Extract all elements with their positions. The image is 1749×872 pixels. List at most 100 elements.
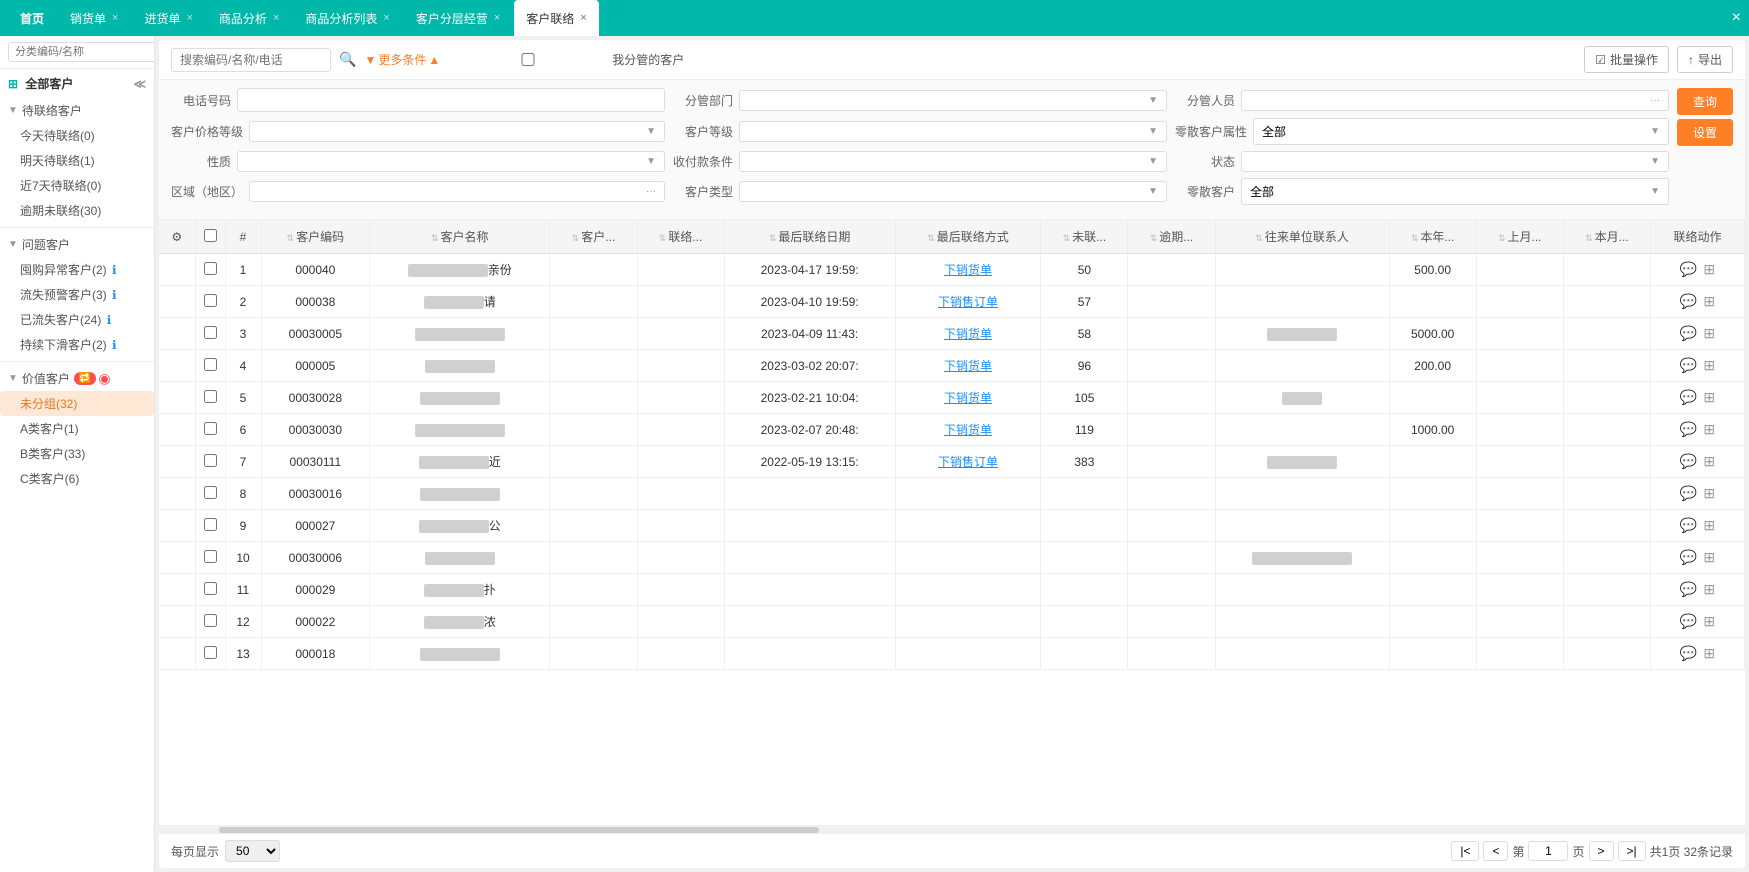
gear-icon[interactable]: ⚙ [171,230,182,244]
grid-icon[interactable]: ⊞ [1703,453,1715,470]
filter-dept-select[interactable]: ▼ [739,90,1167,111]
td-check[interactable] [195,286,225,318]
sidebar-item-classB[interactable]: B类客户(33) [0,441,154,466]
sidebar-item-overdue[interactable]: 逾期未联络(30) [0,198,154,223]
grid-icon[interactable]: ⊞ [1703,517,1715,534]
td-last-method[interactable]: 下销货单 [895,414,1041,446]
row-checkbox[interactable] [204,294,217,307]
th-this-month[interactable]: 本月... [1563,220,1650,254]
th-type[interactable]: 客户... [550,220,637,254]
nav-goods-list[interactable]: 商品分析列表 × [293,0,401,36]
chat-icon[interactable]: 💬 [1680,357,1697,374]
all-customers-header[interactable]: ⊞ 全部客户 ≪ [0,69,154,98]
scroll-thumb[interactable] [219,827,819,833]
chat-icon[interactable]: 💬 [1680,581,1697,598]
search-input[interactable] [171,48,331,72]
sidebar-item-declining[interactable]: 持续下滑客户(2) ℹ [0,332,154,357]
chat-icon[interactable]: 💬 [1680,261,1697,278]
chat-icon[interactable]: 💬 [1680,485,1697,502]
reset-button[interactable]: 设置 [1677,119,1733,146]
row-checkbox[interactable] [204,646,217,659]
close-customer-contact-icon[interactable]: × [580,12,586,24]
close-sales-icon[interactable]: × [112,12,118,24]
grid-icon[interactable]: ⊞ [1703,581,1715,598]
row-checkbox[interactable] [204,326,217,339]
td-last-method[interactable]: 下销售订单 [895,286,1041,318]
row-checkbox[interactable] [204,518,217,531]
th-last-method[interactable]: 最后联络方式 [895,220,1041,254]
grid-icon[interactable]: ⊞ [1703,357,1715,374]
search-button[interactable]: 查询 [1677,88,1733,115]
chat-icon[interactable]: 💬 [1680,389,1697,406]
th-last-date[interactable]: 最后联络日期 [724,220,895,254]
next-page-btn[interactable]: > [1589,841,1614,861]
close-all-button[interactable]: × [1732,9,1741,27]
my-customers-checkbox[interactable]: 我分管的客户 [448,51,684,68]
sidebar-item-abnormal[interactable]: 囤购异常客户(2) ℹ [0,257,154,282]
filter-status-select[interactable]: ▼ [1241,151,1669,172]
td-check[interactable] [195,414,225,446]
row-checkbox[interactable] [204,390,217,403]
grid-icon[interactable]: ⊞ [1703,613,1715,630]
filter-region-select[interactable]: ··· [249,181,665,202]
chat-icon[interactable]: 💬 [1680,421,1697,438]
nav-goods-analysis[interactable]: 商品分析 × [207,0,291,36]
prev-page-btn[interactable]: < [1483,841,1508,861]
row-checkbox[interactable] [204,454,217,467]
row-checkbox[interactable] [204,582,217,595]
last-page-btn[interactable]: >| [1618,841,1646,861]
close-goods-list-icon[interactable]: × [383,12,389,24]
filter-phone-input[interactable] [237,88,665,112]
th-name[interactable]: 客户名称 [370,220,550,254]
grid-icon[interactable]: ⊞ [1703,421,1715,438]
th-unit-contact[interactable]: 往来单位联系人 [1215,220,1389,254]
td-check[interactable] [195,382,225,414]
chat-icon[interactable]: 💬 [1680,517,1697,534]
th-settings[interactable]: ⚙ [159,220,195,254]
close-purchase-icon[interactable]: × [186,12,192,24]
td-check[interactable] [195,350,225,382]
grid-icon[interactable]: ⊞ [1703,549,1715,566]
filter-person-select[interactable]: ··· [1241,90,1669,111]
grid-icon[interactable]: ⊞ [1703,325,1715,342]
row-checkbox[interactable] [204,422,217,435]
filter-scatter2-select[interactable]: 全部 ▼ [1241,178,1669,205]
sidebar-group-problems[interactable]: ▼ 问题客户 [0,232,154,257]
td-last-method[interactable]: 下销货单 [895,382,1041,414]
td-check[interactable] [195,318,225,350]
my-customers-check[interactable] [448,53,608,66]
row-checkbox[interactable] [204,486,217,499]
row-checkbox[interactable] [204,262,217,275]
td-last-method[interactable]: 下销售订单 [895,446,1041,478]
filter-nature-select[interactable]: ▼ [237,151,665,172]
th-check[interactable] [195,220,225,254]
th-not-contacted[interactable]: 未联... [1041,220,1128,254]
td-check[interactable] [195,574,225,606]
page-size-select[interactable]: 20 50 100 [225,840,280,862]
nav-customer-contact[interactable]: 客户联络 × [514,0,598,36]
th-contact[interactable]: 联络... [637,220,724,254]
chat-icon[interactable]: 💬 [1680,613,1697,630]
grid-icon[interactable]: ⊞ [1703,645,1715,662]
sidebar-item-tomorrow[interactable]: 明天待联络(1) [0,148,154,173]
grid-icon[interactable]: ⊞ [1703,261,1715,278]
filter-type-select[interactable]: ▼ [739,181,1167,202]
first-page-btn[interactable]: |< [1451,841,1479,861]
refresh-icon[interactable]: ◉ [98,370,110,387]
sidebar-search-input[interactable] [8,42,155,62]
td-check[interactable] [195,254,225,286]
sidebar-item-churn-warning[interactable]: 流失预警客户(3) ℹ [0,282,154,307]
chat-icon[interactable]: 💬 [1680,645,1697,662]
batch-ops-button[interactable]: ☑ 批量操作 [1584,46,1669,73]
td-check[interactable] [195,446,225,478]
th-last-month[interactable]: 上月... [1476,220,1563,254]
filter-level-select[interactable]: ▼ [739,121,1167,142]
chat-icon[interactable]: 💬 [1680,293,1697,310]
td-last-method[interactable]: 下销货单 [895,350,1041,382]
th-overdue[interactable]: 逾期... [1128,220,1215,254]
collapse-icon[interactable]: ≪ [133,77,146,91]
grid-icon[interactable]: ⊞ [1703,485,1715,502]
sidebar-item-ungroup[interactable]: 未分组(32) [0,391,154,416]
td-check[interactable] [195,478,225,510]
td-check[interactable] [195,510,225,542]
